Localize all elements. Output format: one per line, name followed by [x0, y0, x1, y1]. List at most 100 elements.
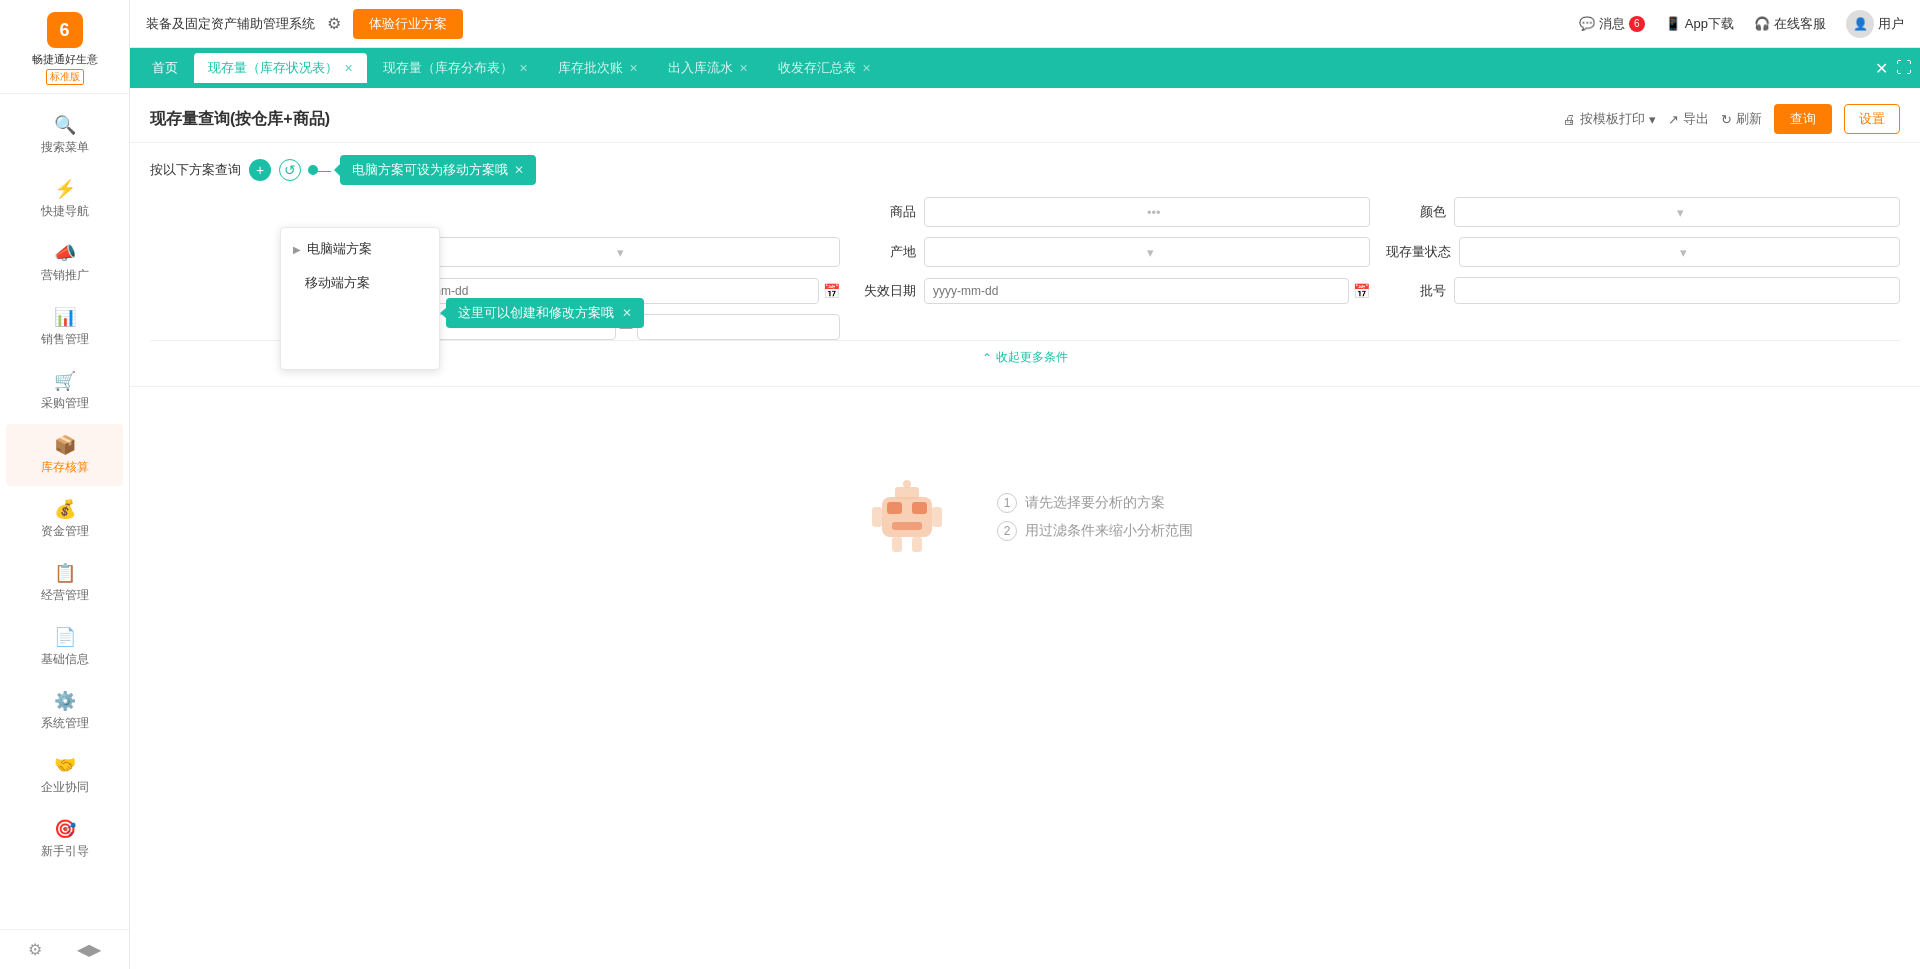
logo-icon: 6: [47, 12, 83, 48]
refresh-icon: ↻: [1721, 112, 1732, 127]
online-service-label: 在线客服: [1774, 15, 1826, 33]
tab-minimize-icon[interactable]: ✕: [1875, 59, 1888, 78]
message-icon: 💬: [1579, 16, 1595, 31]
collapse-sidebar-btn[interactable]: ◀▶: [77, 940, 101, 959]
goods-label: 商品: [856, 203, 916, 221]
tab-summary[interactable]: 收发存汇总表 ✕: [764, 53, 885, 83]
settings-bottom-btn[interactable]: ⚙: [28, 940, 42, 959]
sidebar-item-search-menu[interactable]: 🔍 搜索菜单: [6, 104, 123, 166]
empty-num-1: 1: [997, 493, 1017, 513]
page-actions: 🖨 按模板打印 ▾ ↗ 导出 ↻ 刷新 查询 设置: [1563, 104, 1900, 134]
sidebar-item-operation[interactable]: 📋 经营管理: [6, 552, 123, 614]
circle-btn[interactable]: ↺: [279, 159, 301, 181]
tab-bar-controls: ✕ ⛶: [1875, 59, 1912, 78]
finance-label: 资金管理: [41, 523, 89, 540]
filter-field-origin: 产地 ▾: [856, 237, 1370, 267]
page-inner: 现存量查询(按仓库+商品) 🖨 按模板打印 ▾ ↗ 导出 ↻ 刷新: [130, 88, 1920, 969]
add-scheme-btn[interactable]: +: [249, 159, 271, 181]
empty-num-2: 2: [997, 521, 1017, 541]
cooperation-label: 企业协同: [41, 779, 89, 796]
search-btn[interactable]: 查询: [1774, 104, 1832, 134]
gear-icon[interactable]: ⚙: [327, 14, 341, 33]
sidebar-item-system[interactable]: ⚙️ 系统管理: [6, 680, 123, 742]
origin-select[interactable]: ▾: [924, 237, 1370, 267]
tab-summary-close[interactable]: ✕: [862, 62, 871, 75]
export-btn[interactable]: ↗ 导出: [1668, 110, 1709, 128]
size-select[interactable]: ▾: [394, 237, 840, 267]
filter-field-warehouse: 仓库 •••: [326, 197, 840, 227]
filter-label: 按以下方案查询: [150, 161, 241, 179]
empty-state: 1 请先选择要分析的方案 2 用过滤条件来缩小分析范围: [130, 387, 1920, 647]
online-service-item[interactable]: 🎧 在线客服: [1754, 15, 1826, 33]
svg-rect-5: [932, 507, 942, 527]
sidebar-item-finance[interactable]: 💰 资金管理: [6, 488, 123, 550]
empty-step-1-label: 请先选择要分析的方案: [1025, 494, 1165, 512]
tab-stock-distribution[interactable]: 现存量（库存分布表） ✕: [369, 53, 542, 83]
user-item[interactable]: 👤 用户: [1846, 10, 1904, 38]
filter-header: 按以下方案查询 + ↺ ⟵ 电脑方案可设为移动方案哦 ✕: [150, 155, 1900, 185]
svg-rect-6: [892, 537, 902, 552]
notification-item[interactable]: 💬 消息 6: [1579, 15, 1645, 33]
guide-label: 新手引导: [41, 843, 89, 860]
origin-dropdown-icon: ▾: [1147, 245, 1361, 260]
sidebar-item-cooperation[interactable]: 🤝 企业协同: [6, 744, 123, 806]
stock-main-max[interactable]: [637, 314, 841, 340]
refresh-btn[interactable]: ↻ 刷新: [1721, 110, 1762, 128]
operation-icon: 📋: [54, 562, 76, 584]
settings-btn[interactable]: 设置: [1844, 104, 1900, 134]
tab-stock-status[interactable]: 现存量（库存状况表） ✕: [194, 53, 367, 83]
sidebar-logo: 6 畅捷通好生意 标准版: [0, 0, 129, 94]
inventory-label: 库存核算: [41, 459, 89, 476]
tab-maximize-icon[interactable]: ⛶: [1896, 59, 1912, 77]
print-template-btn[interactable]: 🖨 按模板打印 ▾: [1563, 110, 1656, 128]
sidebar-item-purchase[interactable]: 🛒 采购管理: [6, 360, 123, 422]
sidebar-item-guide[interactable]: 🎯 新手引导: [6, 808, 123, 870]
highlight-dot-1: [308, 165, 318, 175]
tab-summary-label: 收发存汇总表: [778, 59, 856, 77]
tooltip-scheme-mobile: 电脑方案可设为移动方案哦 ✕: [340, 155, 536, 185]
sidebar-item-quick-nav[interactable]: ⚡ 快捷导航: [6, 168, 123, 230]
stock-state-select[interactable]: ▾: [1459, 237, 1900, 267]
exp-date-start[interactable]: [924, 278, 1349, 304]
svg-rect-3: [892, 522, 922, 530]
tab-batch-account[interactable]: 库存批次账 ✕: [544, 53, 652, 83]
purchase-icon: 🛒: [54, 370, 76, 392]
tab-stock-status-close[interactable]: ✕: [344, 62, 353, 75]
user-label: 用户: [1878, 15, 1904, 33]
header-right: 💬 消息 6 📱 App下载 🎧 在线客服 👤 用户: [1579, 10, 1904, 38]
mobile-scheme-item[interactable]: 移动端方案: [281, 266, 439, 300]
sidebar-item-marketing[interactable]: 📣 营销推广: [6, 232, 123, 294]
basic-label: 基础信息: [41, 651, 89, 668]
sidebar-item-sales[interactable]: 📊 销售管理: [6, 296, 123, 358]
tab-home[interactable]: 首页: [138, 53, 192, 83]
quick-nav-label: 快捷导航: [41, 203, 89, 220]
empty-illustration: [857, 467, 957, 567]
exp-date-calendar-icon[interactable]: 📅: [1353, 283, 1370, 299]
app-download-label: App下载: [1685, 15, 1734, 33]
tab-stock-distribution-close[interactable]: ✕: [519, 62, 528, 75]
prod-date-calendar-icon[interactable]: 📅: [823, 283, 840, 299]
empty-state-content: 1 请先选择要分析的方案 2 用过滤条件来缩小分析范围: [857, 467, 1193, 567]
tooltip-scheme-create: 这里可以创建和修改方案哦 ✕: [446, 298, 644, 328]
exp-date-label: 失效日期: [856, 282, 916, 300]
tab-stock-distribution-label: 现存量（库存分布表）: [383, 59, 513, 77]
tooltip-scheme-create-text: 这里可以创建和修改方案哦: [458, 304, 614, 322]
batch-input[interactable]: [1454, 277, 1900, 304]
tab-inout-flow[interactable]: 出入库流水 ✕: [654, 53, 762, 83]
tab-inout-flow-close[interactable]: ✕: [739, 62, 748, 75]
collapse-label: 收起更多条件: [996, 349, 1068, 366]
tooltip-scheme-create-close[interactable]: ✕: [622, 306, 632, 320]
main-area: 装备及固定资产辅助管理系统 ⚙ 体验行业方案 💬 消息 6 📱 App下载 🎧 …: [130, 0, 1920, 969]
tooltip-scheme-mobile-close[interactable]: ✕: [514, 163, 524, 177]
basic-icon: 📄: [54, 626, 76, 648]
app-download-item[interactable]: 📱 App下载: [1665, 15, 1734, 33]
sidebar-item-basic[interactable]: 📄 基础信息: [6, 616, 123, 678]
industry-btn[interactable]: 体验行业方案: [353, 9, 463, 39]
sidebar-item-inventory[interactable]: 📦 库存核算: [6, 424, 123, 486]
system-icon: ⚙️: [54, 690, 76, 712]
color-select[interactable]: ▾: [1454, 197, 1900, 227]
goods-select[interactable]: •••: [924, 197, 1370, 227]
origin-label: 产地: [856, 243, 916, 261]
tab-batch-account-close[interactable]: ✕: [629, 62, 638, 75]
desktop-scheme-item[interactable]: ▶ 电脑端方案: [281, 232, 439, 266]
